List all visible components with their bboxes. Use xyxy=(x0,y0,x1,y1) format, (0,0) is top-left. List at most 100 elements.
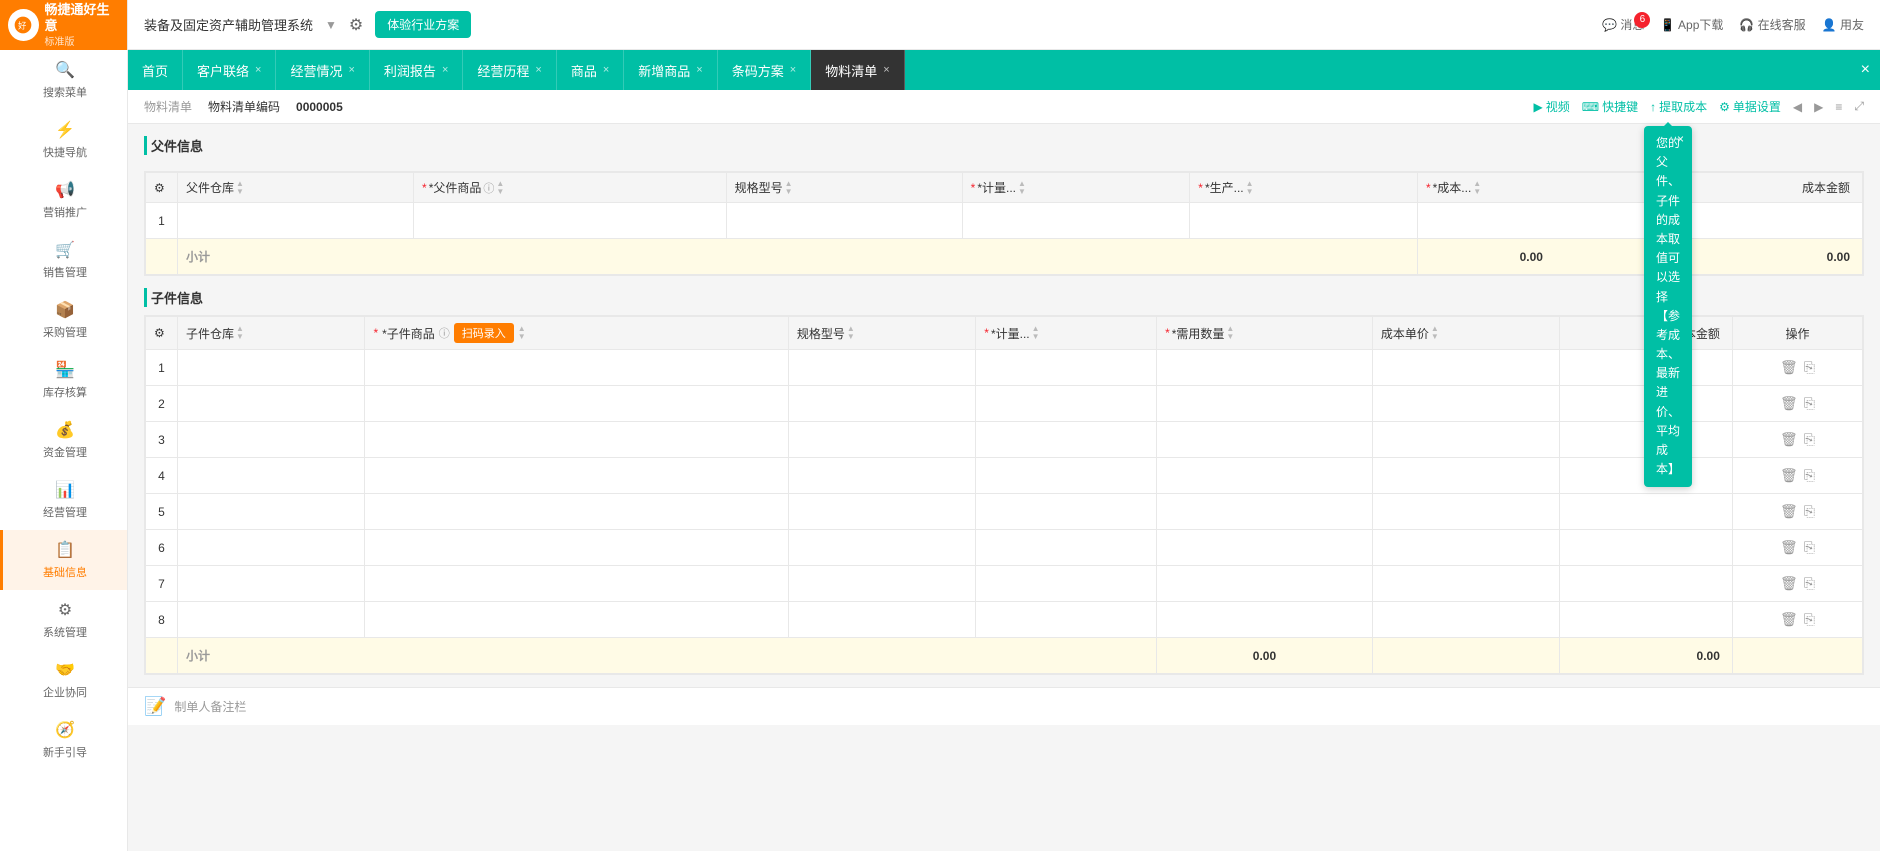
tooltip-close-btn[interactable]: × xyxy=(1677,130,1684,149)
child-row8-warehouse[interactable] xyxy=(178,602,365,638)
tab-bom[interactable]: 物料清单 × xyxy=(811,50,904,90)
bottom-text[interactable]: 制单人备注栏 xyxy=(174,698,246,715)
child-row7-warehouse[interactable] xyxy=(178,566,365,602)
nav-next[interactable]: ▶ xyxy=(1814,100,1823,114)
child-row1-unit[interactable] xyxy=(976,350,1157,386)
child-row5-unit[interactable] xyxy=(976,494,1157,530)
child-row5-spec[interactable] xyxy=(788,494,975,530)
parent-row1-prod[interactable] xyxy=(1190,203,1418,239)
tab-new-goods[interactable]: 新增商品 × xyxy=(624,50,717,90)
child-row8-unit-cost[interactable] xyxy=(1372,602,1559,638)
table-view-icon[interactable]: ≡ xyxy=(1835,100,1842,114)
toolbar-view[interactable]: ▶ 视频 xyxy=(1534,98,1570,115)
child-row7-product[interactable] xyxy=(365,566,788,602)
child-row4-unit[interactable] xyxy=(976,458,1157,494)
child-row6-unit[interactable] xyxy=(976,530,1157,566)
sidebar-item-guide[interactable]: 🧭 新手引导 xyxy=(0,710,127,770)
parent-row1-warehouse[interactable] xyxy=(178,203,414,239)
sidebar-item-finance[interactable]: 💰 资金管理 xyxy=(0,410,127,470)
parent-row1-cost[interactable] xyxy=(1417,203,1645,239)
scan-input-btn[interactable]: 扫码录入 xyxy=(454,323,514,343)
app-download[interactable]: 📱 App下载 xyxy=(1660,16,1723,33)
child-row4-copy-icon[interactable]: ⎘ xyxy=(1804,467,1815,484)
child-row5-copy-icon[interactable]: ⎘ xyxy=(1804,503,1815,520)
child-row5-warehouse[interactable] xyxy=(178,494,365,530)
child-row4-spec[interactable] xyxy=(788,458,975,494)
breadcrumb-bom[interactable]: 物料清单 xyxy=(144,98,192,115)
child-row1-warehouse[interactable] xyxy=(178,350,365,386)
tab-operations[interactable]: 经营情况 × xyxy=(276,50,369,90)
tab-profit[interactable]: 利润报告 × xyxy=(370,50,463,90)
child-row6-product[interactable] xyxy=(365,530,788,566)
toolbar-shortcut[interactable]: ⌨ 快捷键 xyxy=(1582,98,1638,115)
product-info-icon[interactable]: ⓘ xyxy=(483,180,494,196)
child-row3-warehouse[interactable] xyxy=(178,422,365,458)
child-row7-qty[interactable] xyxy=(1157,566,1373,602)
tab-goods[interactable]: 商品 × xyxy=(557,50,624,90)
tab-profit-close[interactable]: × xyxy=(442,64,448,76)
child-row6-qty[interactable] xyxy=(1157,530,1373,566)
child-row3-product[interactable] xyxy=(365,422,788,458)
sidebar-item-basic[interactable]: 📋 基础信息 xyxy=(0,530,127,590)
tab-barcode-close[interactable]: × xyxy=(790,64,796,76)
child-row4-warehouse[interactable] xyxy=(178,458,365,494)
expand-icon[interactable]: ⤢ xyxy=(1854,99,1864,114)
child-th-settings[interactable]: ⚙ xyxy=(146,317,178,350)
settings-icon[interactable]: ⚙ xyxy=(349,15,363,35)
tab-customer-close[interactable]: × xyxy=(255,64,261,76)
child-row8-copy-icon[interactable]: ⎘ xyxy=(1804,611,1815,628)
child-row1-unit-cost[interactable] xyxy=(1372,350,1559,386)
tab-barcode[interactable]: 条码方案 × xyxy=(718,50,811,90)
sidebar-item-search[interactable]: 🔍 搜索菜单 xyxy=(0,50,127,110)
message-badge-container[interactable]: 💬 6 消息 xyxy=(1602,16,1644,33)
tab-home[interactable]: 首页 xyxy=(128,50,183,90)
user-avatar[interactable]: 👤 用友 xyxy=(1822,16,1864,33)
sidebar-item-quicknav[interactable]: ⚡ 快捷导航 xyxy=(0,110,127,170)
child-row8-spec[interactable] xyxy=(788,602,975,638)
child-row3-delete-icon[interactable]: 🗑 xyxy=(1780,431,1798,448)
child-row1-copy-icon[interactable]: ⎘ xyxy=(1804,359,1815,376)
child-row5-product[interactable] xyxy=(365,494,788,530)
child-row3-spec[interactable] xyxy=(788,422,975,458)
child-row6-warehouse[interactable] xyxy=(178,530,365,566)
sidebar-item-operations[interactable]: 📊 经营管理 xyxy=(0,470,127,530)
child-row6-delete-icon[interactable]: 🗑 xyxy=(1780,539,1798,556)
child-row4-unit-cost[interactable] xyxy=(1372,458,1559,494)
sidebar-item-marketing[interactable]: 📢 营销推广 xyxy=(0,170,127,230)
parent-row1-spec[interactable] xyxy=(726,203,962,239)
trial-button[interactable]: 体验行业方案 xyxy=(375,11,471,38)
child-row8-delete-icon[interactable]: 🗑 xyxy=(1780,611,1798,628)
close-all-tabs[interactable]: × xyxy=(1851,61,1880,79)
child-row4-delete-icon[interactable]: 🗑 xyxy=(1780,467,1798,484)
child-row6-unit-cost[interactable] xyxy=(1372,530,1559,566)
child-row3-copy-icon[interactable]: ⎘ xyxy=(1804,431,1815,448)
child-row3-unit-cost[interactable] xyxy=(1372,422,1559,458)
child-row8-qty[interactable] xyxy=(1157,602,1373,638)
child-row4-qty[interactable] xyxy=(1157,458,1373,494)
child-row6-spec[interactable] xyxy=(788,530,975,566)
child-row2-warehouse[interactable] xyxy=(178,386,365,422)
sidebar-item-purchase[interactable]: 📦 采购管理 xyxy=(0,290,127,350)
child-row1-spec[interactable] xyxy=(788,350,975,386)
tab-new-goods-close[interactable]: × xyxy=(696,64,702,76)
tab-operations-close[interactable]: × xyxy=(348,64,354,76)
sidebar-item-sales[interactable]: 🛒 销售管理 xyxy=(0,230,127,290)
tab-history[interactable]: 经营历程 × xyxy=(463,50,556,90)
child-row1-qty[interactable] xyxy=(1157,350,1373,386)
child-row2-unit[interactable] xyxy=(976,386,1157,422)
toolbar-single-settings[interactable]: ⚙ 单据设置 xyxy=(1719,98,1781,115)
nav-prev[interactable]: ◀ xyxy=(1793,100,1802,114)
child-row5-qty[interactable] xyxy=(1157,494,1373,530)
child-row3-qty[interactable] xyxy=(1157,422,1373,458)
child-row1-delete-icon[interactable]: 🗑 xyxy=(1780,359,1798,376)
parent-row1-product[interactable] xyxy=(414,203,727,239)
tab-bom-close[interactable]: × xyxy=(883,64,889,76)
child-row7-unit[interactable] xyxy=(976,566,1157,602)
child-row7-spec[interactable] xyxy=(788,566,975,602)
child-row5-unit-cost[interactable] xyxy=(1372,494,1559,530)
child-row3-unit[interactable] xyxy=(976,422,1157,458)
child-row8-unit[interactable] xyxy=(976,602,1157,638)
child-row2-copy-icon[interactable]: ⎘ xyxy=(1804,395,1815,412)
tab-goods-close[interactable]: × xyxy=(603,64,609,76)
child-row2-unit-cost[interactable] xyxy=(1372,386,1559,422)
